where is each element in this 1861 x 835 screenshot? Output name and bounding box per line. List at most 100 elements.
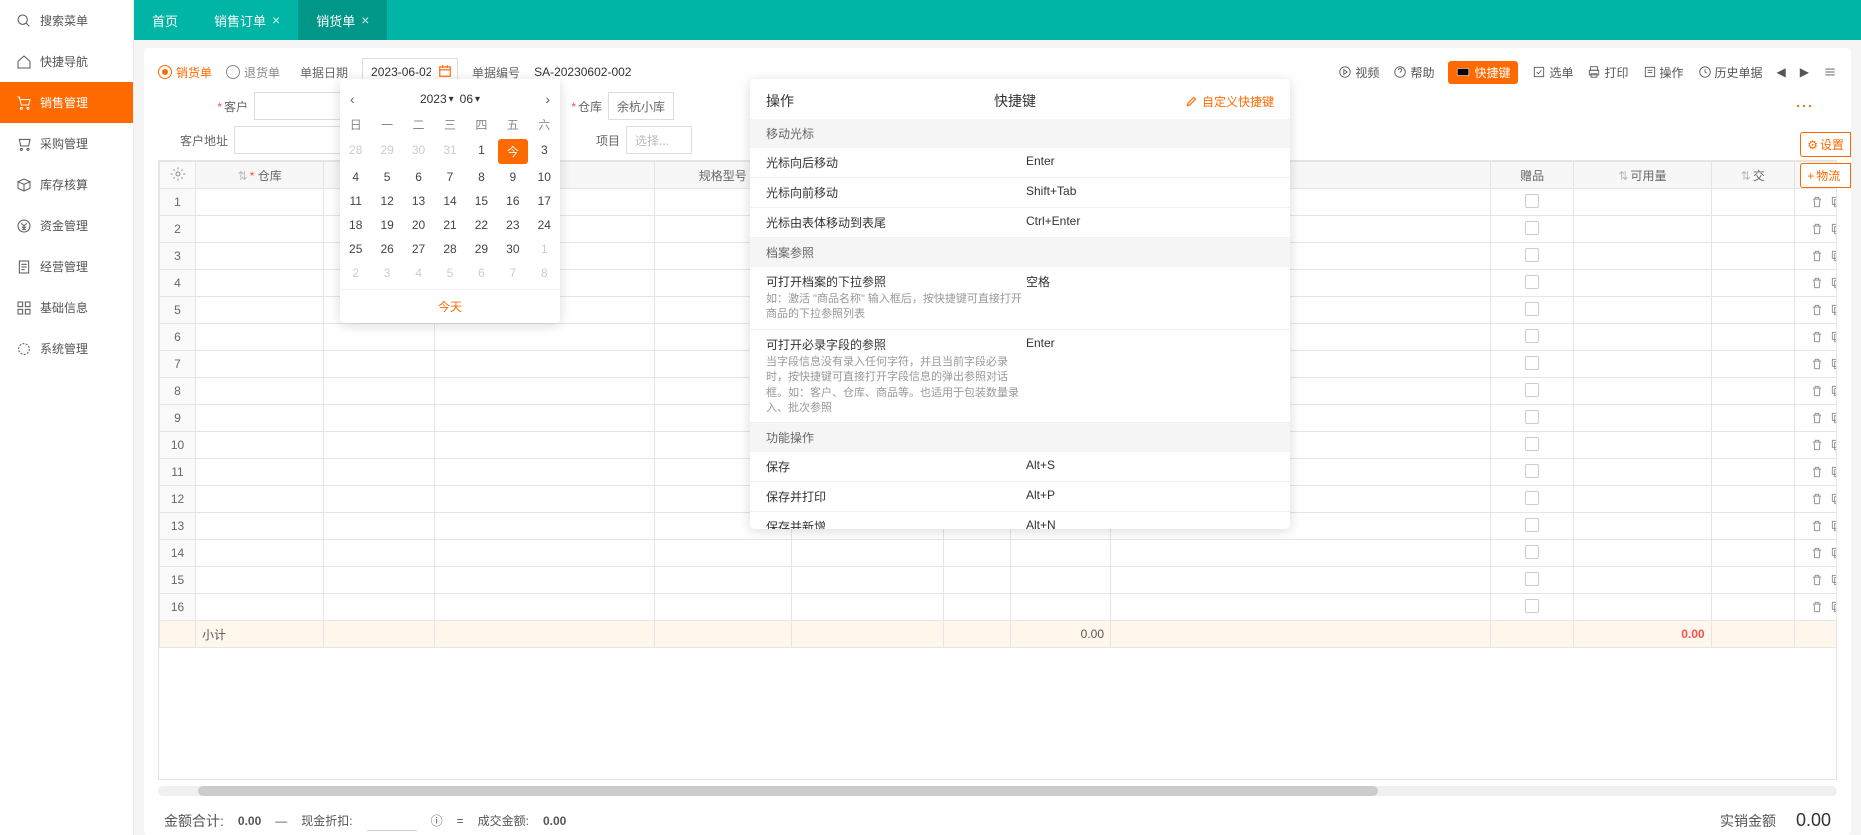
- calendar-icon[interactable]: [438, 64, 452, 81]
- gift-checkbox[interactable]: [1525, 302, 1539, 316]
- tab-sales-order[interactable]: 销售订单×: [196, 0, 298, 40]
- cal-prev[interactable]: ‹: [350, 91, 355, 107]
- cal-day[interactable]: 30: [498, 238, 527, 260]
- warehouse-select[interactable]: 余杭小库: [608, 92, 674, 120]
- delete-icon[interactable]: [1810, 330, 1824, 344]
- next-doc[interactable]: ▶: [1800, 65, 1809, 79]
- tab-home[interactable]: 首页: [134, 0, 196, 40]
- copy-icon[interactable]: [1830, 303, 1837, 317]
- cal-day[interactable]: 28: [435, 238, 464, 260]
- gift-checkbox[interactable]: [1525, 464, 1539, 478]
- cal-day[interactable]: 13: [404, 190, 433, 212]
- gift-checkbox[interactable]: [1525, 545, 1539, 559]
- cal-day[interactable]: 20: [404, 214, 433, 236]
- cal-day[interactable]: 14: [435, 190, 464, 212]
- gift-checkbox[interactable]: [1525, 221, 1539, 235]
- gift-checkbox[interactable]: [1525, 275, 1539, 289]
- col-deliver[interactable]: ⇅交: [1711, 162, 1794, 189]
- gift-checkbox[interactable]: [1525, 248, 1539, 262]
- copy-icon[interactable]: [1830, 438, 1837, 452]
- cal-day[interactable]: 27: [404, 238, 433, 260]
- close-icon[interactable]: ×: [272, 12, 280, 28]
- cal-day[interactable]: 5: [435, 262, 464, 284]
- shortcut-button[interactable]: 快捷键: [1448, 61, 1518, 84]
- cal-day[interactable]: 25: [341, 238, 370, 260]
- discount-input[interactable]: [367, 811, 417, 831]
- cal-day[interactable]: 17: [530, 190, 559, 212]
- cal-day[interactable]: 23: [498, 214, 527, 236]
- prev-doc[interactable]: ◀: [1777, 65, 1786, 79]
- tab-sales-doc[interactable]: 销货单×: [298, 0, 387, 40]
- side-search[interactable]: 搜索菜单: [0, 0, 133, 41]
- select-link[interactable]: 选单: [1532, 64, 1573, 81]
- cal-day[interactable]: 10: [530, 166, 559, 188]
- delete-icon[interactable]: [1810, 276, 1824, 290]
- cal-day[interactable]: 6: [467, 262, 496, 284]
- delete-icon[interactable]: [1810, 438, 1824, 452]
- cal-day[interactable]: 24: [530, 214, 559, 236]
- cal-day[interactable]: 3: [530, 139, 559, 164]
- table-row[interactable]: 14: [160, 540, 1837, 567]
- copy-icon[interactable]: [1830, 384, 1837, 398]
- side-operation[interactable]: 经营管理: [0, 246, 133, 287]
- side-quicknav[interactable]: 快捷导航: [0, 41, 133, 82]
- side-purchase[interactable]: 采购管理: [0, 123, 133, 164]
- cal-day[interactable]: 16: [498, 190, 527, 212]
- cal-day[interactable]: 19: [372, 214, 401, 236]
- delete-icon[interactable]: [1810, 519, 1824, 533]
- radio-sale[interactable]: 销货单: [158, 64, 212, 81]
- radio-return[interactable]: 退货单: [226, 64, 280, 81]
- cal-year[interactable]: 2023▾: [420, 92, 454, 106]
- cal-day[interactable]: 31: [435, 139, 464, 164]
- delete-icon[interactable]: [1810, 492, 1824, 506]
- cal-today-btn[interactable]: 今天: [340, 289, 560, 323]
- delete-icon[interactable]: [1810, 411, 1824, 425]
- side-basic[interactable]: 基础信息: [0, 287, 133, 328]
- cal-month[interactable]: 06▾: [460, 92, 480, 106]
- side-sales[interactable]: 销售管理: [0, 82, 133, 123]
- cal-day[interactable]: 1: [467, 139, 496, 164]
- side-funds[interactable]: 资金管理: [0, 205, 133, 246]
- cal-day[interactable]: 12: [372, 190, 401, 212]
- delete-icon[interactable]: [1810, 303, 1824, 317]
- delete-icon[interactable]: [1810, 357, 1824, 371]
- cal-day[interactable]: 15: [467, 190, 496, 212]
- delete-icon[interactable]: [1810, 600, 1824, 614]
- delete-icon[interactable]: [1810, 465, 1824, 479]
- h-scrollbar[interactable]: [158, 786, 1837, 796]
- logistics-button[interactable]: + 物流: [1800, 163, 1851, 188]
- custom-shortcut-link[interactable]: 自定义快捷键: [1185, 91, 1274, 111]
- cal-day[interactable]: 8: [530, 262, 559, 284]
- cal-day[interactable]: 9: [498, 166, 527, 188]
- side-system[interactable]: 系统管理: [0, 328, 133, 369]
- cal-day[interactable]: 21: [435, 214, 464, 236]
- cal-day[interactable]: 7: [498, 262, 527, 284]
- gift-checkbox[interactable]: [1525, 572, 1539, 586]
- copy-icon[interactable]: [1830, 195, 1837, 209]
- delete-icon[interactable]: [1810, 195, 1824, 209]
- side-inventory[interactable]: 库存核算: [0, 164, 133, 205]
- history-link[interactable]: 历史单据: [1698, 64, 1763, 81]
- cal-day[interactable]: 29: [467, 238, 496, 260]
- col-avail[interactable]: ⇅可用量: [1574, 162, 1711, 189]
- cal-day[interactable]: 4: [341, 166, 370, 188]
- cal-day[interactable]: 22: [467, 214, 496, 236]
- col-warehouse[interactable]: ⇅仓库: [196, 162, 324, 189]
- cal-day[interactable]: 7: [435, 166, 464, 188]
- gift-checkbox[interactable]: [1525, 356, 1539, 370]
- copy-icon[interactable]: [1830, 600, 1837, 614]
- video-link[interactable]: 视频: [1338, 64, 1379, 81]
- settings-button[interactable]: ⚙ 设置: [1800, 132, 1851, 157]
- gift-checkbox[interactable]: [1525, 329, 1539, 343]
- copy-icon[interactable]: [1830, 276, 1837, 290]
- cal-day[interactable]: 18: [341, 214, 370, 236]
- copy-icon[interactable]: [1830, 411, 1837, 425]
- gift-checkbox[interactable]: [1525, 599, 1539, 613]
- delete-icon[interactable]: [1810, 546, 1824, 560]
- operate-link[interactable]: 操作: [1643, 64, 1684, 81]
- col-gift[interactable]: 赠品: [1491, 162, 1574, 189]
- cal-day[interactable]: 1: [530, 238, 559, 260]
- copy-icon[interactable]: [1830, 330, 1837, 344]
- cal-day[interactable]: 4: [404, 262, 433, 284]
- gift-checkbox[interactable]: [1525, 437, 1539, 451]
